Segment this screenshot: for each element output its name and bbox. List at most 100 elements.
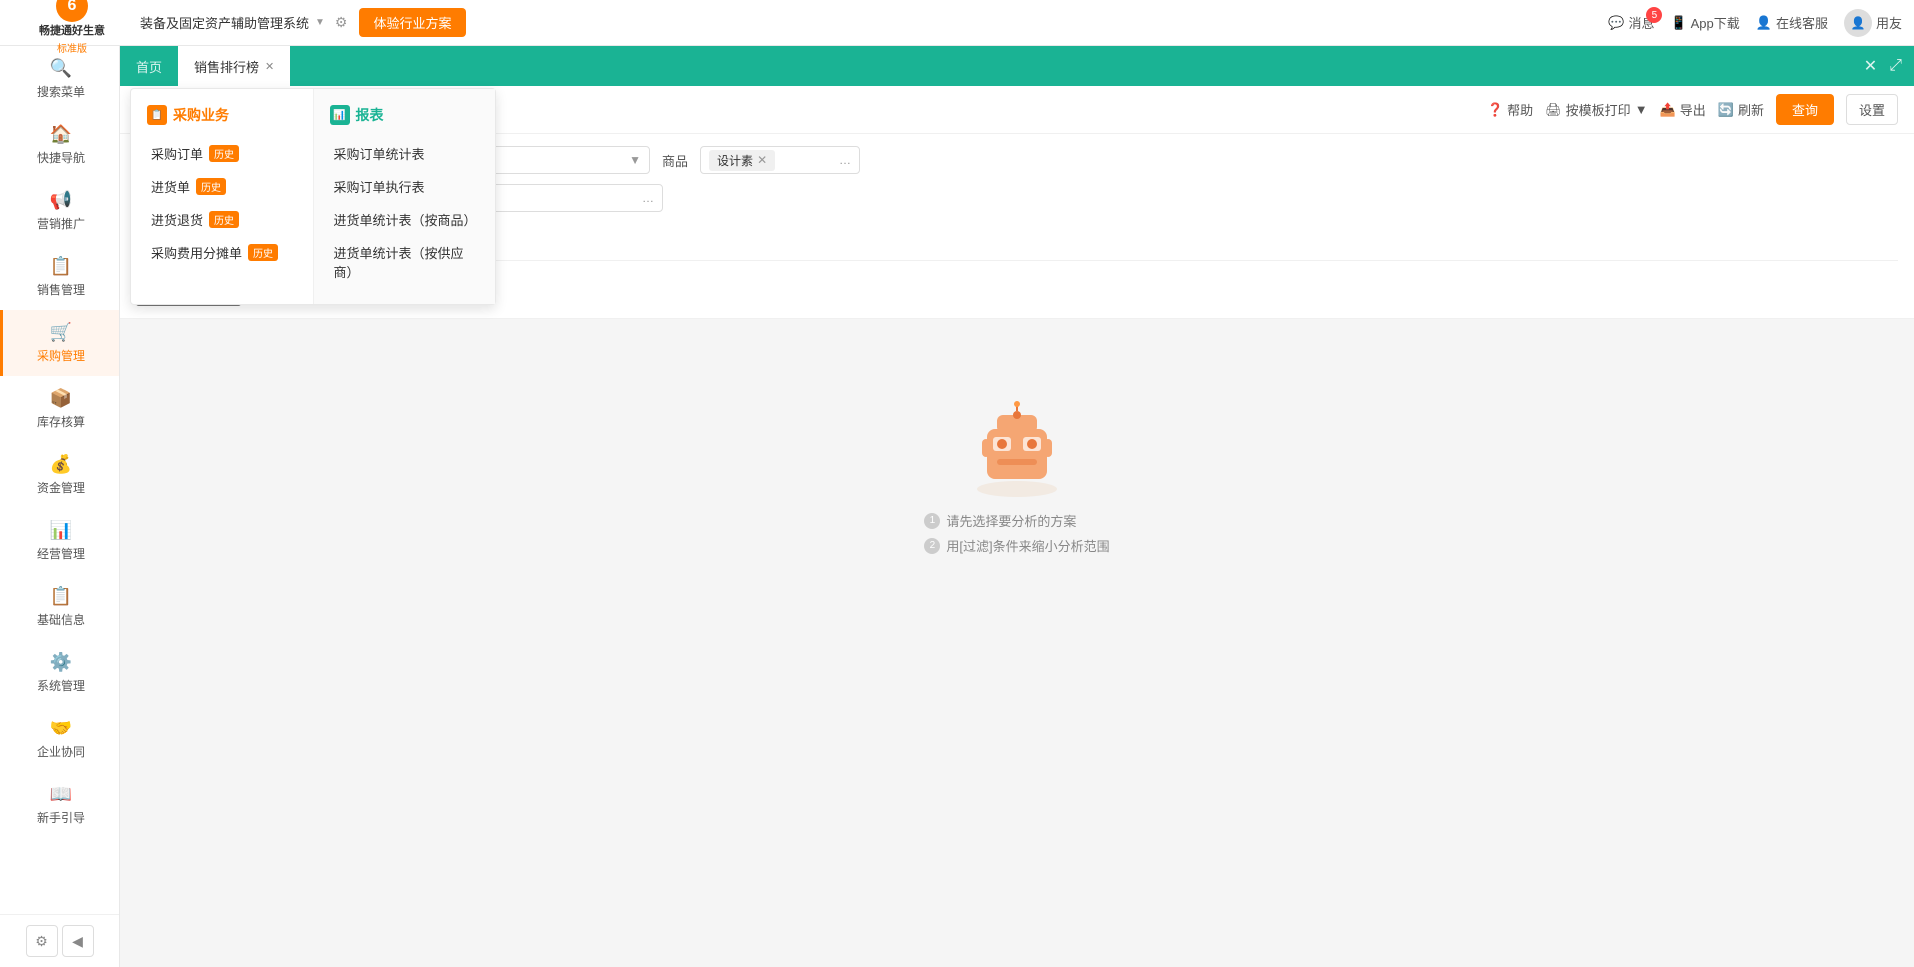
sidebar-footer: ⚙ ◀ [0, 914, 119, 967]
sidebar-item-purchase[interactable]: 🛒 采购管理 [0, 310, 119, 376]
purchase-dropdown-menu: 📋 采购业务 采购订单 历史 进货单 历史 进货退货 历史 采购费用分摊单 历史… [130, 88, 496, 305]
guide-icon: 📖 [50, 784, 72, 805]
trial-button[interactable]: 体验行业方案 [359, 8, 465, 37]
sidebar-item-label: 营销推广 [37, 215, 85, 232]
sidebar-item-sales[interactable]: 📋 销售管理 [0, 244, 119, 310]
refresh-icon: 🔄 [1718, 102, 1734, 118]
system-dropdown-icon[interactable]: ▼ [315, 17, 325, 28]
header-right: 💬 消息 5 📱 App下载 👤 在线客服 👤 用友 [1608, 9, 1902, 37]
sidebar-item-enterprise[interactable]: 🤝 企业协同 [0, 706, 119, 772]
hint-num-2: 2 [924, 538, 940, 554]
phone-icon: 📱 [1670, 15, 1686, 31]
report-col-icon: 📊 [330, 105, 350, 125]
dropdown-item-purchase-order[interactable]: 采购订单 历史 [147, 137, 297, 170]
empty-state: 1 请先选择要分析的方案 2 用[过滤]条件来缩小分析范围 [120, 319, 1914, 641]
sidebar-item-label: 经营管理 [37, 545, 85, 562]
search-icon: 🔍 [50, 58, 72, 79]
goods-tag: 设计素 ✕ [709, 150, 775, 171]
sidebar-settings-btn[interactable]: ⚙ [26, 925, 58, 957]
export-button[interactable]: 📤 导出 [1660, 100, 1706, 119]
report-col: 📊 报表 采购订单统计表 采购订单执行表 进货单统计表（按商品） 进货单统计表（… [313, 89, 496, 304]
sidebar-item-label: 基础信息 [37, 611, 85, 628]
goods-label: 商品 [662, 151, 688, 170]
sidebar-item-finance[interactable]: 💰 资金管理 [0, 442, 119, 508]
goods-tag-remove[interactable]: ✕ [757, 153, 767, 167]
sidebar-item-guide[interactable]: 📖 新手引导 [0, 772, 119, 838]
refresh-button[interactable]: 🔄 刷新 [1718, 100, 1764, 119]
salesperson-more-dots[interactable]: … [642, 191, 654, 205]
purchase-icon: 🛒 [50, 322, 72, 343]
system-icon: ⚙️ [50, 652, 72, 673]
sidebar-item-inventory[interactable]: 📦 库存核算 [0, 376, 119, 442]
hint-text-1: 请先选择要分析的方案 [946, 511, 1076, 530]
tab-expand-btn[interactable]: ⤢ [1885, 57, 1906, 75]
sidebar-item-label: 销售管理 [37, 281, 85, 298]
app-title: 畅捷通好生意 [39, 22, 105, 38]
empty-hints: 1 请先选择要分析的方案 2 用[过滤]条件来缩小分析范围 [924, 511, 1109, 561]
service-icon: 👤 [1756, 15, 1772, 31]
sidebar-item-quick-nav[interactable]: 🏠 快捷导航 [0, 112, 119, 178]
logo-icon: 6 [56, 0, 88, 22]
tab-close-icon[interactable]: ✕ [265, 60, 274, 73]
dropdown-item-report-0[interactable]: 采购订单统计表 [330, 137, 480, 170]
sales-icon: 📋 [50, 256, 72, 277]
message-item[interactable]: 💬 消息 5 [1608, 13, 1654, 32]
hint-num-1: 1 [924, 513, 940, 529]
sidebar-item-system[interactable]: ⚙️ 系统管理 [0, 640, 119, 706]
message-badge: 5 [1646, 7, 1662, 23]
settings-button[interactable]: 设置 [1846, 94, 1898, 125]
user-avatar: 👤 [1844, 9, 1872, 37]
tab-bar: 首页 销售排行榜 ✕ ✕ ⤢ [120, 46, 1914, 86]
tab-bar-end: ✕ ⤢ [1860, 56, 1914, 76]
query-button[interactable]: 查询 [1776, 94, 1834, 125]
goods-more-dots[interactable]: … [839, 153, 851, 167]
sidebar-item-label: 搜索菜单 [37, 83, 85, 100]
sidebar-item-label: 系统管理 [37, 677, 85, 694]
sidebar-item-label: 库存核算 [37, 413, 85, 430]
dropdown-item-report-1[interactable]: 采购订单执行表 [330, 170, 480, 203]
home-icon: 🏠 [50, 124, 72, 145]
tab-sales-rank[interactable]: 销售排行榜 ✕ [178, 46, 290, 86]
app-download-label: App下载 [1691, 13, 1740, 32]
finance-icon: 💰 [50, 454, 72, 475]
enterprise-icon: 🤝 [50, 718, 72, 739]
app-download-item[interactable]: 📱 App下载 [1670, 13, 1739, 32]
history-badge-3: 历史 [248, 244, 278, 261]
online-service-item[interactable]: 👤 在线客服 [1756, 13, 1828, 32]
sidebar-item-marketing[interactable]: 📢 营销推广 [0, 178, 119, 244]
sidebar-item-search[interactable]: 🔍 搜索菜单 [0, 46, 119, 112]
user-label: 用友 [1876, 13, 1902, 32]
tab-close-btn[interactable]: ✕ [1860, 56, 1881, 76]
settings-icon[interactable]: ⚙ [335, 14, 348, 31]
message-icon: 💬 [1608, 15, 1624, 31]
marketing-icon: 📢 [50, 190, 72, 211]
purchase-col-header: 📋 采购业务 [147, 105, 297, 125]
dropdown-item-report-2[interactable]: 进货单统计表（按商品） [330, 203, 480, 236]
history-badge-1: 历史 [196, 178, 226, 195]
sidebar-collapse-btn[interactable]: ◀ [62, 925, 94, 957]
dropdown-item-goods-return[interactable]: 进货退货 历史 [147, 203, 297, 236]
tab-home-label: 首页 [136, 57, 162, 76]
top-header: 6 畅捷通好生意 标准版 装备及固定资产辅助管理系统 ▼ ⚙ 体验行业方案 💬 … [0, 0, 1914, 46]
purchase-col-icon: 📋 [147, 105, 167, 125]
system-name-area: 装备及固定资产辅助管理系统 ▼ ⚙ [140, 13, 347, 32]
dropdown-item-report-3[interactable]: 进货单统计表（按供应商） [330, 236, 480, 288]
print-icon: 🖨 [1545, 102, 1562, 118]
print-button[interactable]: 🖨 按模板打印 ▼ [1545, 100, 1647, 119]
logo-area: 6 畅捷通好生意 标准版 [12, 0, 132, 55]
tab-sales-rank-label: 销售排行榜 [194, 57, 259, 76]
dropdown-item-goods-in[interactable]: 进货单 历史 [147, 170, 297, 203]
user-item[interactable]: 👤 用友 [1844, 9, 1902, 37]
inventory-icon: 📦 [50, 388, 72, 409]
sidebar-item-basic-info[interactable]: 📋 基础信息 [0, 574, 119, 640]
dropdown-item-purchase-cost[interactable]: 采购费用分摊单 历史 [147, 236, 297, 269]
help-button[interactable]: ❓ 帮助 [1487, 100, 1533, 119]
goods-input[interactable]: 设计素 ✕ … [700, 146, 860, 174]
print-dropdown-icon: ▼ [1635, 102, 1648, 117]
voucher-status-dropdown-icon: ▼ [629, 153, 641, 167]
sidebar: 🔍 搜索菜单 🏠 快捷导航 📢 营销推广 📋 销售管理 🛒 采购管理 📦 库存核… [0, 46, 120, 967]
sidebar-item-operations[interactable]: 📊 经营管理 [0, 508, 119, 574]
empty-illustration [957, 399, 1077, 499]
help-icon: ❓ [1487, 102, 1503, 118]
online-service-label: 在线客服 [1776, 13, 1828, 32]
